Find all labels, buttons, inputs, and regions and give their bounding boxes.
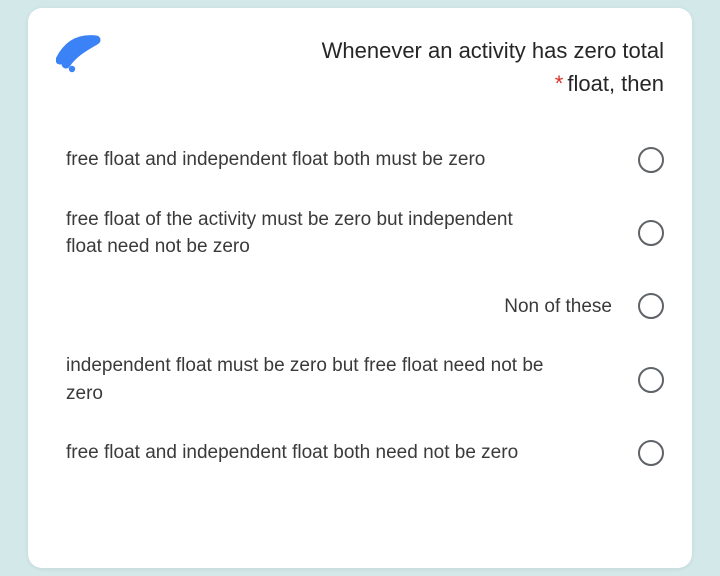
option-row[interactable]: independent float must be zero but free … <box>66 336 664 423</box>
option-row[interactable]: free float and independent float both mu… <box>66 130 664 190</box>
question-line-2-text: float, then <box>567 71 664 96</box>
question-line-1: Whenever an activity has zero total <box>136 34 664 67</box>
option-label: independent float must be zero but free … <box>66 352 546 407</box>
option-label: free float and independent float both ne… <box>66 439 518 467</box>
options-list: free float and independent float both mu… <box>56 130 664 483</box>
option-row[interactable]: free float of the activity must be zero … <box>66 190 664 277</box>
required-asterisk: * <box>555 71 564 96</box>
radio-button[interactable] <box>638 367 664 393</box>
question-line-2: *float, then <box>136 67 664 100</box>
question-card: Whenever an activity has zero total *flo… <box>28 8 692 568</box>
question-text-block: Whenever an activity has zero total *flo… <box>116 34 664 100</box>
option-label: free float and independent float both mu… <box>66 146 485 174</box>
option-label: Non of these <box>66 293 624 321</box>
radio-button[interactable] <box>638 440 664 466</box>
radio-button[interactable] <box>638 293 664 319</box>
option-row[interactable]: Non of these <box>66 277 664 337</box>
icon-container <box>56 34 116 74</box>
option-row[interactable]: free float and independent float both ne… <box>66 423 664 483</box>
option-label: free float of the activity must be zero … <box>66 206 546 261</box>
question-header: Whenever an activity has zero total *flo… <box>56 34 664 100</box>
radio-button[interactable] <box>638 147 664 173</box>
scribble-icon <box>56 34 116 74</box>
radio-button[interactable] <box>638 220 664 246</box>
